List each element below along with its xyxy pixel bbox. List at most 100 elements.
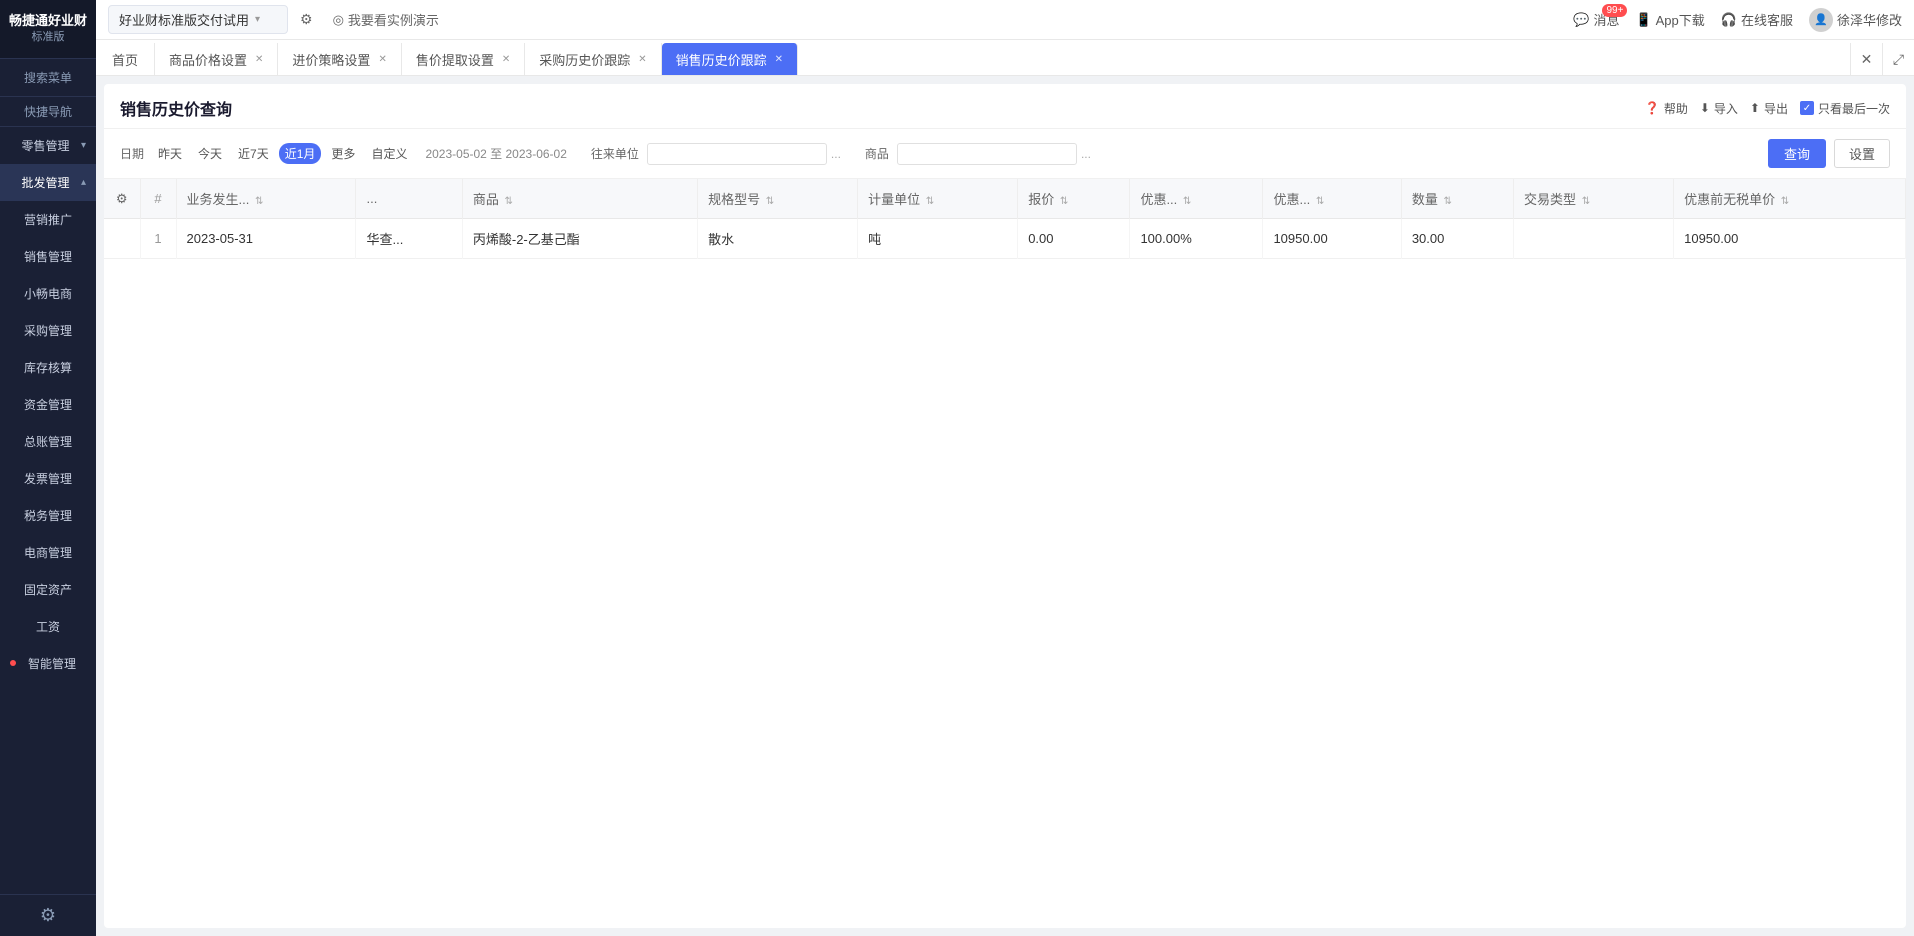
- date-opt-last1m[interactable]: 近1月: [279, 143, 322, 164]
- sidebar-item-assets[interactable]: 固定资产: [0, 571, 96, 608]
- only-last-checkbox[interactable]: 只看最后一次: [1800, 100, 1890, 117]
- tab-close-icon[interactable]: ✕: [638, 54, 646, 65]
- demo-text: 我要看实例演示: [348, 10, 439, 29]
- date-filter-group: 日期 昨天 今天 近7天 近1月 更多 自定义 2023-05-02 至 202…: [120, 143, 567, 164]
- col-header-spec[interactable]: 规格型号 ⇅: [698, 179, 858, 219]
- row-price: 0.00: [1018, 219, 1130, 259]
- source-filter-group: 往来单位 ...: [591, 143, 841, 165]
- row-business-date: 2023-05-31: [176, 219, 356, 259]
- sort-icon: ⇅: [1060, 196, 1068, 207]
- demo-link[interactable]: ◎ 我要看实例演示: [333, 10, 439, 29]
- sidebar-item-finance[interactable]: 资金管理: [0, 386, 96, 423]
- message-btn[interactable]: 💬 消息 99+: [1573, 10, 1619, 29]
- date-options: 昨天 今天 近7天 近1月 更多 自定义: [152, 143, 413, 164]
- avatar-icon: 👤: [1814, 13, 1828, 26]
- message-badge: 99+: [1602, 4, 1627, 17]
- table-header-row: ⚙ # 业务发生... ⇅ ... 商品 ⇅: [104, 179, 1906, 219]
- page-title: 销售历史价查询: [120, 96, 232, 120]
- date-opt-last7[interactable]: 近7天: [232, 143, 275, 164]
- chevron-down-icon: ▾: [255, 14, 260, 25]
- page-header: 销售历史价查询 ❓ 帮助 ⬇ 导入 ⬆ 导出 只看最后一次: [104, 84, 1906, 129]
- online-service-btn[interactable]: 🎧 在线客服: [1721, 10, 1793, 29]
- col-header-more[interactable]: ...: [356, 179, 462, 219]
- topbar-right: 💬 消息 99+ 📱 App下载 🎧 在线客服 👤 徐泽华修改: [1573, 8, 1902, 32]
- sidebar-item-inventory[interactable]: 库存核算: [0, 349, 96, 386]
- tab-home[interactable]: 首页: [96, 43, 155, 75]
- col-header-num: #: [140, 179, 176, 219]
- sidebar-item-purchase[interactable]: 采购管理: [0, 312, 96, 349]
- sidebar-item-tax[interactable]: 税务管理: [0, 497, 96, 534]
- help-btn[interactable]: ❓ 帮助: [1645, 100, 1688, 117]
- col-header-discount-pct[interactable]: 优惠... ⇅: [1130, 179, 1263, 219]
- date-opt-more[interactable]: 更多: [325, 143, 361, 164]
- sidebar-item-wholesale[interactable]: 批发管理 ▴: [0, 164, 96, 201]
- sidebar-item-account[interactable]: 总账管理: [0, 423, 96, 460]
- col-header-business-date[interactable]: 业务发生... ⇅: [176, 179, 356, 219]
- col-header-product[interactable]: 商品 ⇅: [462, 179, 697, 219]
- sidebar-settings-btn[interactable]: ⚙: [0, 894, 96, 936]
- col-header-pretax-price[interactable]: 优惠前无税单价 ⇅: [1674, 179, 1906, 219]
- close-window-btn[interactable]: ✕: [1850, 43, 1882, 75]
- tab-purchase-history[interactable]: 采购历史价跟踪 ✕: [525, 43, 661, 75]
- tab-sale-history[interactable]: 销售历史价跟踪 ✕: [662, 43, 798, 75]
- service-label: 在线客服: [1741, 10, 1793, 29]
- demo-icon: ◎: [333, 12, 344, 28]
- col-header-discount-price[interactable]: 优惠... ⇅: [1263, 179, 1401, 219]
- date-opt-custom[interactable]: 自定义: [365, 143, 413, 164]
- tab-price-strategy[interactable]: 进价策略设置 ✕: [278, 43, 401, 75]
- col-header-quantity[interactable]: 数量 ⇅: [1401, 179, 1513, 219]
- sidebar-quicknav[interactable]: 快捷导航: [0, 97, 96, 127]
- export-btn[interactable]: ⬆ 导出: [1750, 100, 1788, 117]
- page-actions: ❓ 帮助 ⬇ 导入 ⬆ 导出 只看最后一次: [1645, 100, 1890, 117]
- date-filter-label: 日期: [120, 145, 144, 162]
- tab-close-icon[interactable]: ✕: [775, 54, 783, 65]
- user-menu[interactable]: 👤 徐泽华修改: [1809, 8, 1902, 32]
- sidebar-logo: 畅捷通好业财 标准版: [0, 0, 96, 59]
- row-quantity: 30.00: [1401, 219, 1513, 259]
- sidebar-item-smart[interactable]: 智能管理: [0, 645, 96, 682]
- maximize-window-btn[interactable]: ⤢: [1882, 43, 1914, 75]
- sidebar-item-salary[interactable]: 工资: [0, 608, 96, 645]
- tab-close-icon[interactable]: ✕: [378, 54, 386, 65]
- tab-close-icon[interactable]: ✕: [502, 54, 510, 65]
- date-opt-yesterday[interactable]: 昨天: [152, 143, 188, 164]
- import-btn[interactable]: ⬇ 导入: [1700, 100, 1738, 117]
- col-header-settings[interactable]: ⚙: [104, 179, 140, 219]
- checkbox-icon: [1800, 101, 1814, 115]
- topbar: 好业财标准版交付试用 ▾ ⚙ ◎ 我要看实例演示 💬 消息 99+ 📱 App下…: [96, 0, 1914, 40]
- import-icon: ⬇: [1700, 101, 1710, 115]
- date-opt-today[interactable]: 今天: [192, 143, 228, 164]
- query-btn[interactable]: 查询: [1768, 139, 1826, 168]
- col-header-unit[interactable]: 计量单位 ⇅: [858, 179, 1018, 219]
- sidebar-item-marketing[interactable]: 营销推广: [0, 201, 96, 238]
- tab-sale-price[interactable]: 售价提取设置 ✕: [402, 43, 525, 75]
- sidebar-item-sales[interactable]: 销售管理: [0, 238, 96, 275]
- sidebar-item-ecommerce[interactable]: 电商管理: [0, 534, 96, 571]
- tab-close-icon[interactable]: ✕: [255, 54, 263, 65]
- filter-btns: 查询 设置: [1768, 139, 1890, 168]
- row-discount-price: 10950.00: [1263, 219, 1401, 259]
- app-download-btn[interactable]: 📱 App下载: [1635, 10, 1704, 29]
- export-icon: ⬆: [1750, 101, 1760, 115]
- row-pretax-price: 10950.00: [1674, 219, 1906, 259]
- tab-product-price[interactable]: 商品价格设置 ✕: [155, 43, 278, 75]
- source-input[interactable]: [647, 143, 827, 165]
- product-input[interactable]: [897, 143, 1077, 165]
- sidebar-item-ecom[interactable]: 小畅电商: [0, 275, 96, 312]
- product-more-btn[interactable]: ...: [1081, 147, 1091, 161]
- dot-icon: [10, 660, 16, 666]
- tab-sale-history-label: 销售历史价跟踪: [676, 50, 767, 69]
- source-more-btn[interactable]: ...: [831, 147, 841, 161]
- settings-btn[interactable]: 设置: [1834, 139, 1890, 168]
- sidebar-item-invoice[interactable]: 发票管理: [0, 460, 96, 497]
- row-more: 华查...: [356, 219, 462, 259]
- sidebar-item-retail[interactable]: 零售管理 ▾: [0, 127, 96, 164]
- chevron-icon: ▴: [81, 177, 86, 188]
- tab-sale-price-label: 售价提取设置: [416, 50, 494, 69]
- col-header-price[interactable]: 报价 ⇅: [1018, 179, 1130, 219]
- workspace-gear-icon[interactable]: ⚙: [296, 7, 317, 32]
- help-label: 帮助: [1664, 100, 1688, 117]
- workspace-selector[interactable]: 好业财标准版交付试用 ▾: [108, 5, 288, 34]
- col-header-trade-type[interactable]: 交易类型 ⇅: [1514, 179, 1674, 219]
- sidebar-search[interactable]: 搜索菜单: [0, 59, 96, 97]
